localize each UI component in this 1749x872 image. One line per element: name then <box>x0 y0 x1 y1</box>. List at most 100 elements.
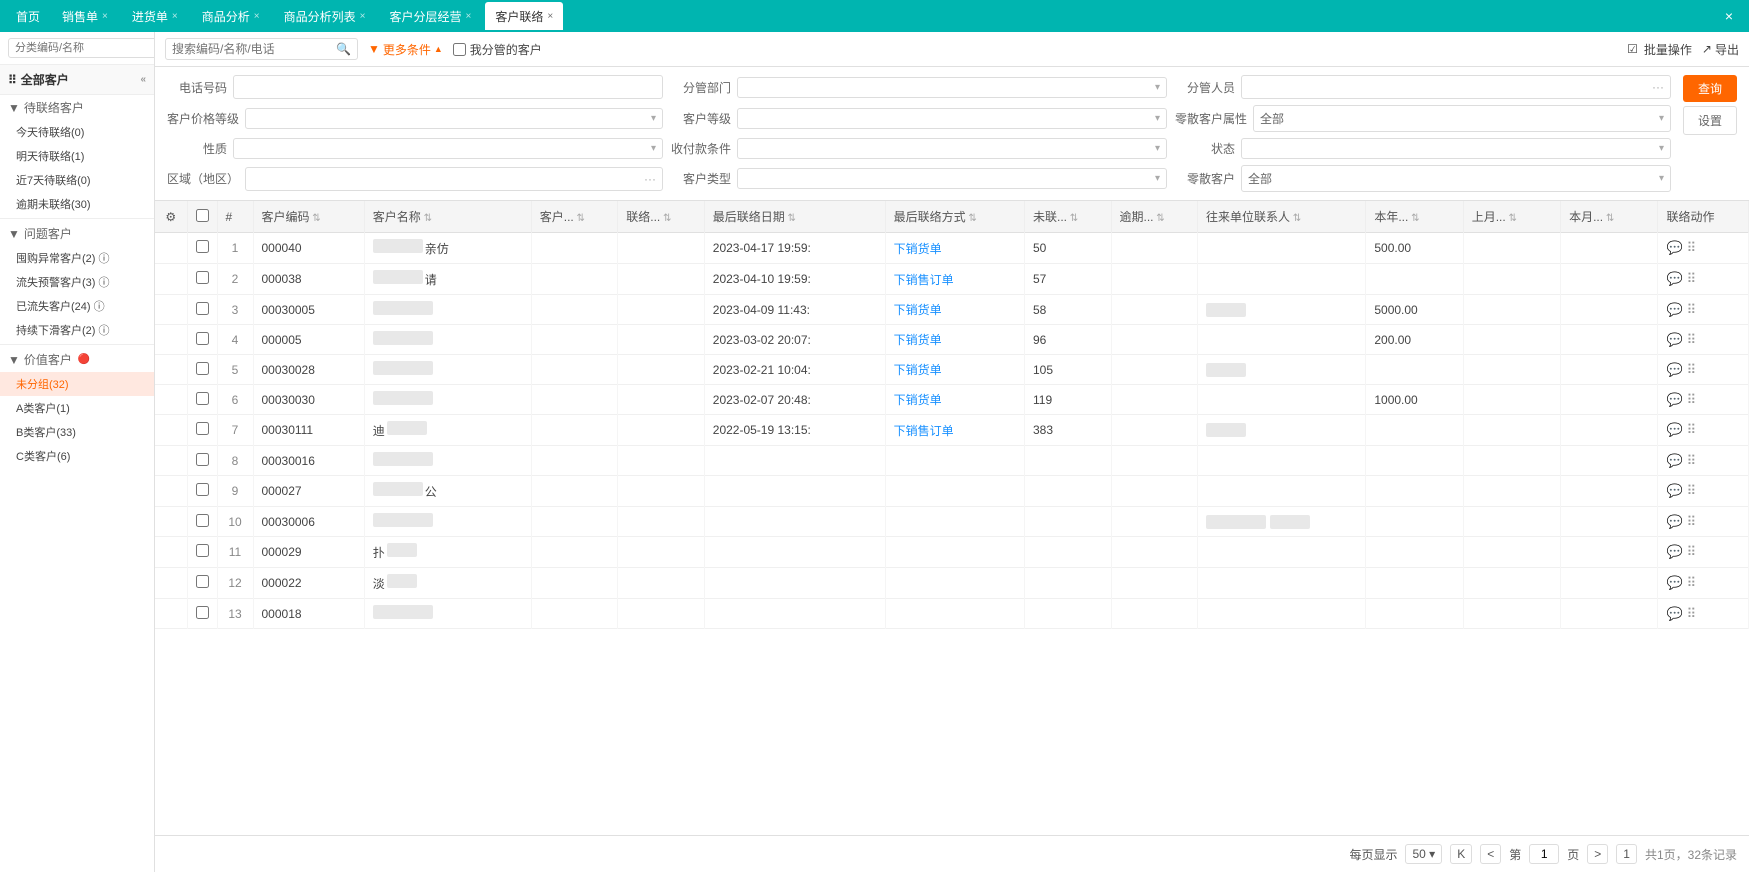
filter-dept-select[interactable]: ▾ <box>737 77 1167 98</box>
row-checkbox[interactable] <box>196 422 209 435</box>
all-customers-header[interactable]: ⠿ 全部客户 « <box>0 65 154 95</box>
first-page-btn[interactable]: K <box>1450 844 1472 864</box>
close-tab-sales[interactable]: × <box>102 11 108 22</box>
search-icon[interactable]: 🔍 <box>336 42 351 56</box>
nav-tab-sales[interactable]: 销售单 × <box>52 2 118 30</box>
nav-tab-product-analysis[interactable]: 商品分析 × <box>192 2 270 30</box>
sidebar-group-pending[interactable]: ▼ 待联络客户 <box>0 95 154 120</box>
sidebar-item-class-b[interactable]: B类客户(33) <box>0 420 154 444</box>
message-icon[interactable]: 💬 <box>1666 362 1682 378</box>
close-tab-customer-contact[interactable]: × <box>547 11 553 22</box>
checkbox-header[interactable] <box>187 201 217 233</box>
grid-action-icon[interactable]: ⠿ <box>1687 362 1697 378</box>
sidebar-item-today-pending[interactable]: 今天待联络(0) <box>0 120 154 144</box>
nocontact-header[interactable]: 未联... <box>1024 201 1111 233</box>
my-customers-check[interactable] <box>453 43 466 56</box>
message-icon[interactable]: 💬 <box>1666 514 1682 530</box>
my-customers-checkbox[interactable]: 我分管的客户 <box>453 41 542 58</box>
filter-retail-cust-select[interactable]: 全部 ▾ <box>1241 165 1671 192</box>
close-all-tabs[interactable]: × <box>1717 8 1741 24</box>
lastway-header[interactable]: 最后联络方式 <box>885 201 1024 233</box>
sidebar-search-input[interactable] <box>8 38 155 58</box>
thisyear-header[interactable]: 本年... <box>1366 201 1463 233</box>
thismonth-header[interactable]: 本月... <box>1561 201 1658 233</box>
filter-manager-input[interactable]: ··· <box>1241 75 1671 99</box>
row-checkbox[interactable] <box>196 453 209 466</box>
nav-home[interactable]: 首页 <box>8 8 48 25</box>
close-tab-purchase[interactable]: × <box>172 11 178 22</box>
filter-retail-select[interactable]: 全部 ▾ <box>1253 105 1671 132</box>
row-checkbox[interactable] <box>196 240 209 253</box>
message-icon[interactable]: 💬 <box>1666 332 1682 348</box>
grid-action-icon[interactable]: ⠿ <box>1687 332 1697 348</box>
grid-action-icon[interactable]: ⠿ <box>1687 606 1697 622</box>
filter-cust-type-select[interactable]: ▾ <box>737 168 1167 189</box>
nav-tab-customer-segment[interactable]: 客户分层经营 × <box>379 2 481 30</box>
close-tab-customer-segment[interactable]: × <box>465 11 471 22</box>
lastway-link[interactable]: 下销货单 <box>894 393 942 407</box>
select-all-checkbox[interactable] <box>196 209 209 222</box>
partner-header[interactable]: 往来单位联系人 <box>1198 201 1366 233</box>
filter-phone-input[interactable] <box>233 75 663 99</box>
dots-region[interactable]: ··· <box>644 172 656 186</box>
close-tab-product-analysis[interactable]: × <box>254 11 260 22</box>
message-icon[interactable]: 💬 <box>1666 483 1682 499</box>
row-checkbox[interactable] <box>196 544 209 557</box>
nav-tab-customer-contact[interactable]: 客户联络 × <box>485 2 563 30</box>
message-icon[interactable]: 💬 <box>1666 240 1682 256</box>
last-page-btn[interactable]: 1 <box>1616 844 1637 864</box>
grid-action-icon[interactable]: ⠿ <box>1687 422 1697 438</box>
search-input[interactable] <box>172 42 332 56</box>
grid-action-icon[interactable]: ⠿ <box>1687 240 1697 256</box>
sidebar-item-tomorrow-pending[interactable]: 明天待联络(1) <box>0 144 154 168</box>
grid-action-icon[interactable]: ⠿ <box>1687 544 1697 560</box>
grid-action-icon[interactable]: ⠿ <box>1687 575 1697 591</box>
lastway-link[interactable]: 下销售订单 <box>894 273 954 287</box>
settings-icon-header[interactable]: ⚙ <box>155 201 187 233</box>
grid-action-icon[interactable]: ⠿ <box>1687 514 1697 530</box>
grid-action-icon[interactable]: ⠿ <box>1687 302 1697 318</box>
sidebar-group-value[interactable]: ▼ 价值客户 🔴 <box>0 347 154 372</box>
page-input[interactable] <box>1529 844 1559 864</box>
contact-header[interactable]: 联络... <box>618 201 705 233</box>
row-checkbox[interactable] <box>196 302 209 315</box>
sidebar-group-problem[interactable]: ▼ 问题客户 <box>0 221 154 246</box>
row-checkbox[interactable] <box>196 606 209 619</box>
message-icon[interactable]: 💬 <box>1666 392 1682 408</box>
close-tab-product-list[interactable]: × <box>360 11 366 22</box>
message-icon[interactable]: 💬 <box>1666 544 1682 560</box>
message-icon[interactable]: 💬 <box>1666 422 1682 438</box>
grid-action-icon[interactable]: ⠿ <box>1687 453 1697 469</box>
sidebar-item-hoarding[interactable]: 囤购异常客户(2) ⓘ <box>0 246 154 270</box>
sidebar-item-overdue-pending[interactable]: 逾期未联络(30) <box>0 192 154 216</box>
sidebar-item-class-c[interactable]: C类客户(6) <box>0 444 154 468</box>
row-checkbox[interactable] <box>196 514 209 527</box>
grid-action-icon[interactable]: ⠿ <box>1687 392 1697 408</box>
sidebar-item-churn-warn[interactable]: 流失预警客户(3) ⓘ <box>0 270 154 294</box>
lastway-link[interactable]: 下销货单 <box>894 303 942 317</box>
lastway-link[interactable]: 下销货单 <box>894 242 942 256</box>
message-icon[interactable]: 💬 <box>1666 271 1682 287</box>
message-icon[interactable]: 💬 <box>1666 606 1682 622</box>
message-icon[interactable]: 💬 <box>1666 453 1682 469</box>
lastway-link[interactable]: 下销货单 <box>894 333 942 347</box>
filter-cust-select[interactable]: ▾ <box>737 108 1167 129</box>
filter-region-select[interactable]: ··· <box>245 167 663 191</box>
lastmonth-header[interactable]: 上月... <box>1463 201 1560 233</box>
nav-tab-purchase[interactable]: 进货单 × <box>122 2 188 30</box>
row-checkbox[interactable] <box>196 483 209 496</box>
name-header[interactable]: 客户名称 <box>364 201 531 233</box>
row-checkbox[interactable] <box>196 575 209 588</box>
sidebar-item-ungrouped[interactable]: 未分组(32) <box>0 372 154 396</box>
batch-ops-btn[interactable]: ☑ 批量操作 <box>1627 41 1692 58</box>
query-button[interactable]: 查询 <box>1683 75 1737 102</box>
lastdate-header[interactable]: 最后联络日期 <box>704 201 885 233</box>
sidebar-item-week-pending[interactable]: 近7天待联络(0) <box>0 168 154 192</box>
row-checkbox[interactable] <box>196 362 209 375</box>
grid-action-icon[interactable]: ⠿ <box>1687 483 1697 499</box>
export-btn[interactable]: ↗ 导出 <box>1702 41 1739 58</box>
reset-button[interactable]: 设置 <box>1683 106 1737 135</box>
sidebar-item-churned[interactable]: 已流失客户(24) ⓘ <box>0 294 154 318</box>
per-page-select[interactable]: 50 ▾ <box>1405 844 1442 864</box>
overdue-header[interactable]: 逾期... <box>1111 201 1198 233</box>
